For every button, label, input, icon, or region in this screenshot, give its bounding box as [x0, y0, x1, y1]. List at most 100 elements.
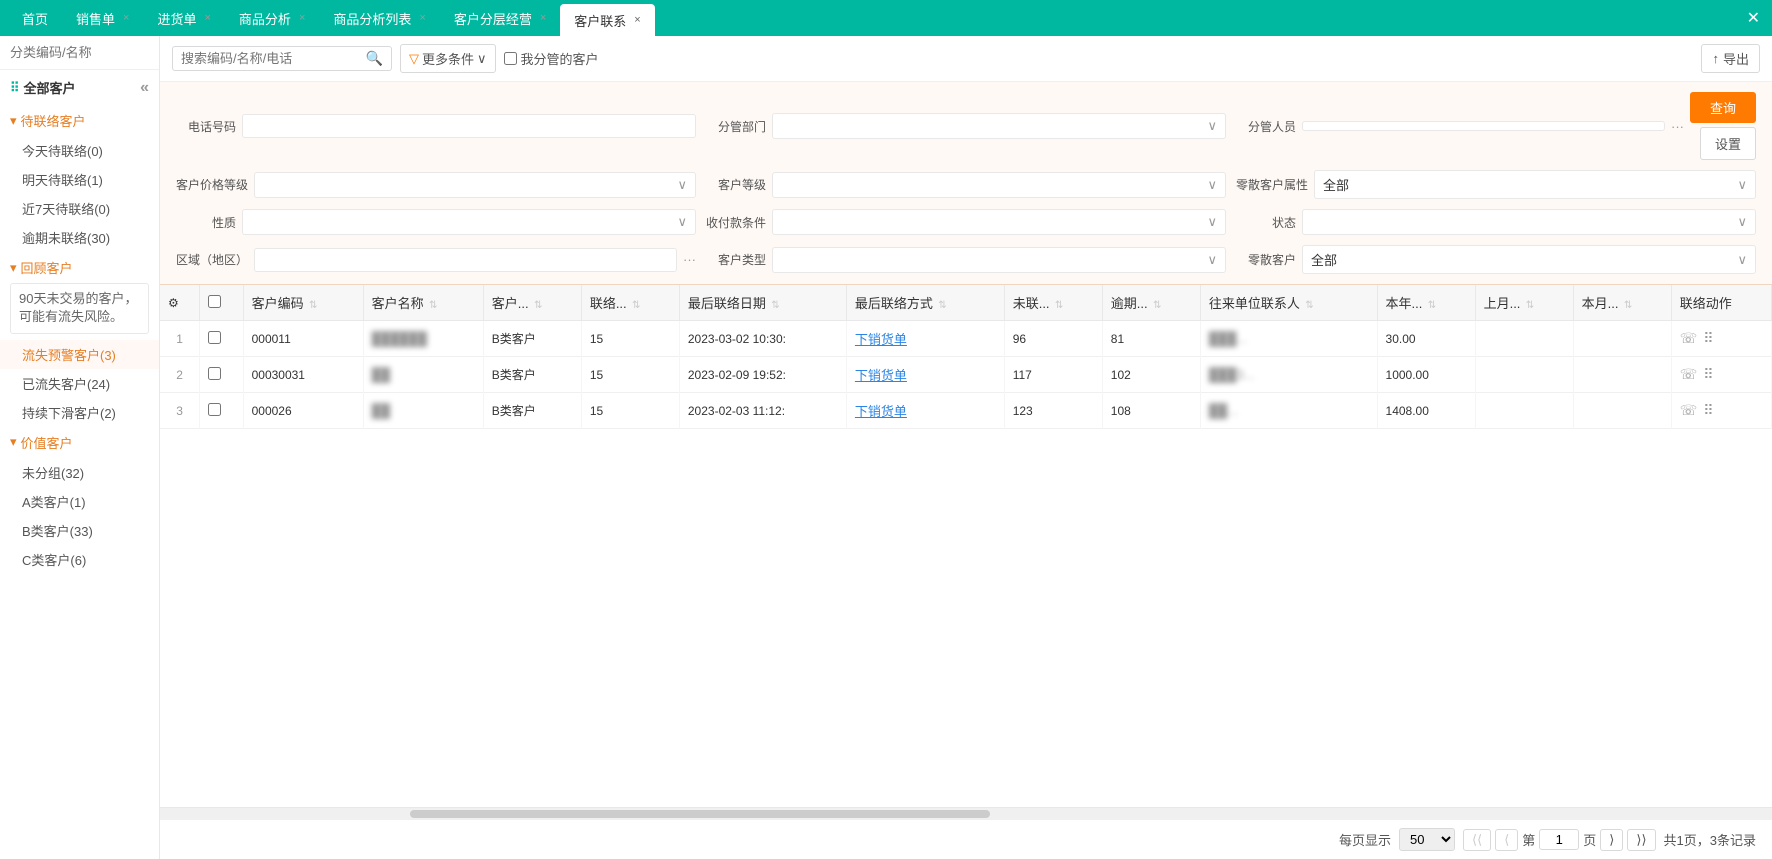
sort-last-month[interactable]: ⇅ — [1526, 300, 1534, 311]
sidebar-item-b-class[interactable]: B类客户(33) — [0, 516, 159, 545]
sidebar-item-c-class[interactable]: C类客户(6) — [0, 545, 159, 574]
row-checkbox-1[interactable] — [208, 367, 221, 380]
row-checkbox-0[interactable] — [208, 331, 221, 344]
cell-contact-2: 15 — [581, 393, 679, 429]
sidebar-collapse-icon[interactable]: « — [140, 79, 149, 97]
action-more-1[interactable]: ⠿ — [1703, 366, 1713, 383]
cell-last-method-1[interactable]: 下销货单 — [846, 357, 1004, 393]
sort-this-month[interactable]: ⇅ — [1624, 300, 1632, 311]
select-payment[interactable]: ∨ — [772, 209, 1226, 235]
sidebar-item-today[interactable]: 今天待联络(0) — [0, 136, 159, 165]
churn-tooltip: 90天未交易的客户，可能有流失风险。 — [10, 283, 149, 334]
close-tab-sales[interactable]: × — [123, 12, 129, 24]
sidebar-search-input[interactable] — [10, 45, 160, 60]
cell-checkbox-2[interactable] — [200, 393, 244, 429]
settings-button[interactable]: 设置 — [1700, 127, 1756, 160]
query-button[interactable]: 查询 — [1690, 92, 1756, 123]
sidebar-item-churn-warning[interactable]: 流失预警客户(3) — [0, 340, 159, 369]
cell-checkbox-1[interactable] — [200, 357, 244, 393]
sidebar-item-tomorrow[interactable]: 明天待联络(1) — [0, 165, 159, 194]
export-button[interactable]: ↑ 导出 — [1701, 44, 1760, 73]
sidebar-item-churned[interactable]: 已流失客户(24) — [0, 369, 159, 398]
sort-contact2[interactable]: ⇅ — [1305, 300, 1313, 311]
tab-analysis-list[interactable]: 商品分析列表 × — [319, 0, 439, 36]
tab-purchase[interactable]: 进货单 × — [143, 0, 224, 36]
sidebar-group-pending[interactable]: ▾ 待联络客户 — [0, 105, 159, 136]
action-more-2[interactable]: ⠿ — [1703, 402, 1713, 419]
select-retail-attr[interactable]: 全部 ∨ — [1314, 170, 1756, 199]
tab-customer-layer[interactable]: 客户分层经营 × — [440, 0, 560, 36]
filter-search-icon[interactable]: 🔍 — [366, 50, 383, 67]
sort-uncontacted[interactable]: ⇅ — [1055, 300, 1063, 311]
horizontal-scrollbar[interactable] — [160, 807, 1772, 819]
close-tab-analysis-list[interactable]: × — [419, 12, 425, 24]
select-customer-level[interactable]: ∨ — [772, 172, 1226, 198]
sort-overdue[interactable]: ⇅ — [1153, 300, 1161, 311]
sort-last-method[interactable]: ⇅ — [938, 300, 946, 311]
action-phone-2[interactable]: ☏ — [1680, 402, 1698, 419]
col-settings[interactable]: ⚙ — [160, 285, 200, 321]
per-page-select[interactable]: 50 100 200 — [1399, 828, 1455, 851]
close-tab-analysis[interactable]: × — [299, 12, 305, 24]
sort-name[interactable]: ⇅ — [429, 300, 437, 311]
select-nature[interactable]: ∨ — [242, 209, 696, 235]
cell-last-method-0[interactable]: 下销货单 — [846, 321, 1004, 357]
first-page-button[interactable]: ⟨⟨ — [1463, 829, 1491, 851]
filter-search-box[interactable]: 🔍 — [172, 46, 392, 71]
select-status[interactable]: ∨ — [1302, 209, 1756, 235]
sidebar-item-ungrouped[interactable]: 未分组(32) — [0, 458, 159, 487]
cell-last-method-2[interactable]: 下销货单 — [846, 393, 1004, 429]
sort-contact[interactable]: ⇅ — [632, 300, 640, 311]
filter-bar: 🔍 ▽ 更多条件 ∨ 我分管的客户 ↑ 导出 — [160, 36, 1772, 82]
page-number-input[interactable] — [1539, 829, 1579, 850]
filter-row-price-level: 客户价格等级 ∨ — [176, 170, 696, 199]
sidebar-item-week[interactable]: 近7天待联络(0) — [0, 194, 159, 223]
sort-type[interactable]: ⇅ — [534, 300, 542, 311]
action-phone-1[interactable]: ☏ — [1680, 366, 1698, 383]
select-manager[interactable] — [1302, 121, 1665, 131]
select-price-level[interactable]: ∨ — [254, 172, 696, 198]
close-tab-customer-contact[interactable]: × — [634, 14, 640, 26]
filter-search-input[interactable] — [181, 51, 366, 66]
sidebar-item-a-class[interactable]: A类客户(1) — [0, 487, 159, 516]
col-checkbox[interactable] — [200, 285, 244, 321]
cell-checkbox-0[interactable] — [200, 321, 244, 357]
region-dots[interactable]: ··· — [683, 252, 696, 267]
more-conditions-button[interactable]: ▽ 更多条件 ∨ — [400, 44, 496, 73]
tab-home[interactable]: 首页 — [8, 0, 62, 36]
row-checkbox-2[interactable] — [208, 403, 221, 416]
data-table-area: ⚙ 客户编码 ⇅ 客户名称 ⇅ 客户... ⇅ 联络... ⇅ 最后联络日期 ⇅… — [160, 285, 1772, 807]
tab-analysis[interactable]: 商品分析 × — [225, 0, 319, 36]
sidebar-group-value[interactable]: ▾ 价值客户 — [0, 427, 159, 458]
select-customer-type[interactable]: ∨ — [772, 247, 1226, 273]
close-tab-customer-layer[interactable]: × — [540, 12, 546, 24]
last-page-button[interactable]: ⟩⟩ — [1627, 829, 1655, 851]
close-tab-purchase[interactable]: × — [204, 12, 210, 24]
tab-customer-contact[interactable]: 客户联系 × — [560, 4, 654, 36]
my-customers-checkbox[interactable] — [504, 52, 517, 65]
action-phone-0[interactable]: ☏ — [1680, 330, 1698, 347]
cell-this-year-0: 30.00 — [1377, 321, 1475, 357]
label-retail-attr: 零散客户属性 — [1236, 176, 1308, 193]
page-label: 第 — [1522, 830, 1535, 849]
sidebar-item-declining[interactable]: 持续下滑客户(2) — [0, 398, 159, 427]
next-page-button[interactable]: ⟩ — [1600, 829, 1623, 851]
sort-last-date[interactable]: ⇅ — [771, 300, 779, 311]
my-customers-checkbox-label[interactable]: 我分管的客户 — [504, 49, 599, 68]
prev-page-button[interactable]: ⟨ — [1495, 829, 1518, 851]
sort-this-year[interactable]: ⇅ — [1428, 300, 1436, 311]
select-dept[interactable]: ∨ — [772, 113, 1226, 139]
select-all-checkbox[interactable] — [208, 295, 221, 308]
close-all-button[interactable]: ✕ — [1747, 8, 1760, 28]
sidebar-root-label[interactable]: 全部客户 — [24, 78, 76, 97]
sidebar-group-review[interactable]: ▾ 回顾客户 — [0, 252, 159, 283]
scrollbar-thumb[interactable] — [410, 810, 990, 818]
sort-code[interactable]: ⇅ — [309, 300, 317, 311]
select-retail[interactable]: 全部 ∨ — [1302, 245, 1756, 274]
manager-dots[interactable]: ··· — [1671, 119, 1684, 134]
action-more-0[interactable]: ⠿ — [1703, 330, 1713, 347]
sidebar-item-overdue[interactable]: 逾期未联络(30) — [0, 223, 159, 252]
tab-sales[interactable]: 销售单 × — [62, 0, 143, 36]
input-region[interactable] — [254, 248, 677, 272]
input-phone[interactable] — [242, 114, 696, 138]
